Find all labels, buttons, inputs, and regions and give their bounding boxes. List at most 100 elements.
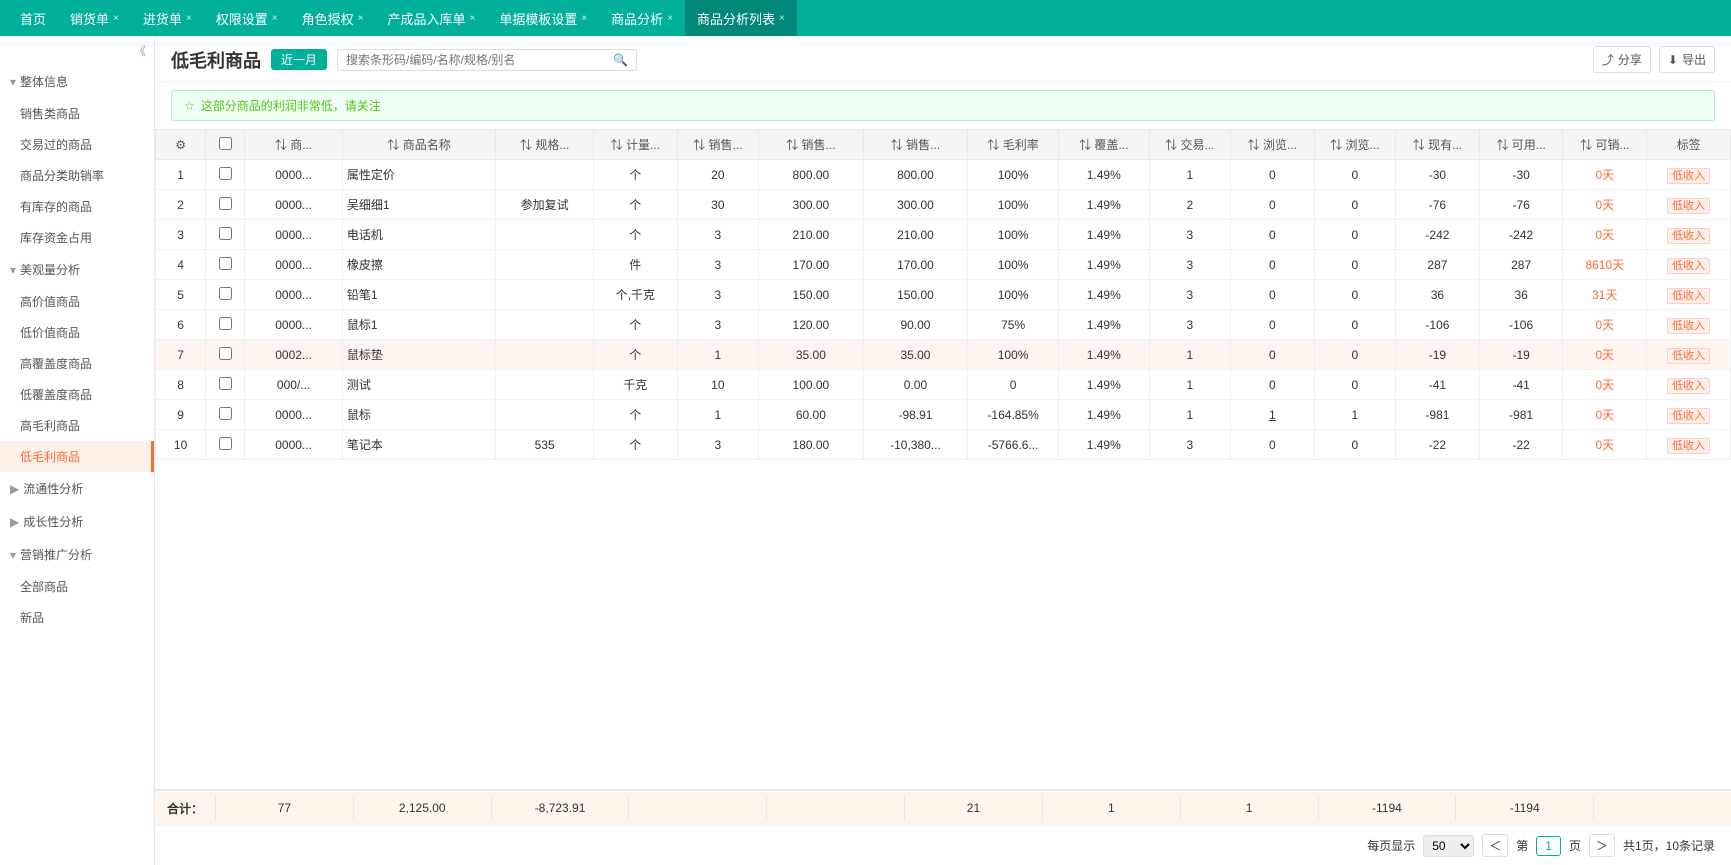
th-txn[interactable]: ⇅ 交易... xyxy=(1149,130,1230,160)
row-checkbox[interactable] xyxy=(219,197,232,210)
cell-cb[interactable] xyxy=(206,250,245,280)
sort-icon-gross: ⇅ xyxy=(987,138,999,152)
cell-saleable: 0天 xyxy=(1563,190,1647,220)
sidebar-item-low-margin[interactable]: 低毛利商品 xyxy=(0,441,154,472)
sidebar-item-new-goods[interactable]: 新品 xyxy=(0,602,154,633)
row-checkbox[interactable] xyxy=(219,347,232,360)
nav-product-analysis-list-close[interactable]: × xyxy=(779,13,785,24)
sidebar-collapse-btn[interactable]: 《 xyxy=(0,36,154,65)
cell-unit: 个 xyxy=(593,430,677,460)
nav-product-analysis-list[interactable]: 商品分析列表× xyxy=(685,0,797,36)
cell-browse1[interactable]: 1 xyxy=(1231,400,1315,430)
row-checkbox[interactable] xyxy=(219,167,232,180)
export-button[interactable]: ⬇ 导出 xyxy=(1659,46,1715,73)
cell-code: 0000... xyxy=(245,310,343,340)
sidebar-group-value-analysis[interactable]: ▾美观量分析 xyxy=(0,253,154,286)
row-checkbox[interactable] xyxy=(219,437,232,450)
th-code[interactable]: ⇅ 商... xyxy=(245,130,343,160)
nav-product-analysis[interactable]: 商品分析× xyxy=(599,0,685,36)
row-checkbox[interactable] xyxy=(219,407,232,420)
sidebar-item-category-rate[interactable]: 商品分类助销率 xyxy=(0,160,154,191)
th-available[interactable]: ⇅ 可用... xyxy=(1479,130,1563,160)
sort-icon-spec: ⇅ xyxy=(520,138,532,152)
per-page-select[interactable]: 50 100 200 xyxy=(1423,835,1474,857)
sidebar-item-all-goods[interactable]: 全部商品 xyxy=(0,571,154,602)
nav-role[interactable]: 角色授权× xyxy=(290,0,376,36)
cell-unit: 件 xyxy=(593,250,677,280)
th-spec[interactable]: ⇅ 规格... xyxy=(496,130,594,160)
nav-sales[interactable]: 销货单× xyxy=(58,0,131,36)
nav-product-entry-close[interactable]: × xyxy=(469,13,475,24)
prev-page-btn[interactable]: ＜ xyxy=(1482,834,1508,857)
cell-cb[interactable] xyxy=(206,280,245,310)
cell-name: 鼠标 xyxy=(342,400,495,430)
sidebar-item-high-value[interactable]: 高价值商品 xyxy=(0,286,154,317)
row-checkbox[interactable] xyxy=(219,227,232,240)
nav-permission[interactable]: 权限设置× xyxy=(204,0,290,36)
nav-home[interactable]: 首页 xyxy=(8,0,58,36)
nav-template-close[interactable]: × xyxy=(581,13,587,24)
nav-product-analysis-close[interactable]: × xyxy=(667,13,673,24)
table-row: 8 000/... 测试 千克 10 100.00 0.00 0 1.49% 1… xyxy=(156,370,1731,400)
cell-cb[interactable] xyxy=(206,160,245,190)
cell-cb[interactable] xyxy=(206,370,245,400)
cell-sale-profit: 300.00 xyxy=(863,190,968,220)
cell-code: 0002... xyxy=(245,340,343,370)
sidebar-item-high-coverage[interactable]: 高覆盖度商品 xyxy=(0,348,154,379)
cell-coverage: 1.49% xyxy=(1058,250,1149,280)
cell-sale-amt: 170.00 xyxy=(759,250,864,280)
th-current[interactable]: ⇅ 现有... xyxy=(1396,130,1480,160)
notice-bar: ☆ 这部分商品的利润非常低，请关注 xyxy=(171,90,1715,121)
cell-cb[interactable] xyxy=(206,220,245,250)
th-name[interactable]: ⇅ 商品名称 xyxy=(342,130,495,160)
nav-template[interactable]: 单据模板设置× xyxy=(487,0,599,36)
cell-num: 3 xyxy=(156,220,206,250)
th-coverage[interactable]: ⇅ 覆盖... xyxy=(1058,130,1149,160)
sidebar-item-high-margin[interactable]: 高毛利商品 xyxy=(0,410,154,441)
cell-cb[interactable] xyxy=(206,340,245,370)
select-all-checkbox[interactable] xyxy=(219,137,232,150)
row-checkbox[interactable] xyxy=(219,257,232,270)
nav-role-close[interactable]: × xyxy=(358,13,364,24)
sidebar-group-marketing[interactable]: ▾营销推广分析 xyxy=(0,538,154,571)
nav-purchase[interactable]: 进货单× xyxy=(131,0,204,36)
nav-purchase-close[interactable]: × xyxy=(186,13,192,24)
th-settings[interactable]: ⚙ xyxy=(156,130,206,160)
nav-permission-close[interactable]: × xyxy=(272,13,278,24)
next-page-btn[interactable]: ＞ xyxy=(1589,834,1615,857)
row-checkbox[interactable] xyxy=(219,377,232,390)
date-filter-btn[interactable]: 近一月 xyxy=(271,49,327,70)
sidebar-item-low-value[interactable]: 低价值商品 xyxy=(0,317,154,348)
cell-cb[interactable] xyxy=(206,190,245,220)
cell-current: -41 xyxy=(1396,370,1480,400)
th-sale-amt[interactable]: ⇅ 销售... xyxy=(759,130,864,160)
cell-cb[interactable] xyxy=(206,400,245,430)
th-browse1[interactable]: ⇅ 浏览... xyxy=(1231,130,1315,160)
sidebar-item-low-coverage[interactable]: 低覆盖度商品 xyxy=(0,379,154,410)
nav-sales-close[interactable]: × xyxy=(113,13,119,24)
th-browse2[interactable]: ⇅ 浏览... xyxy=(1314,130,1395,160)
sidebar-item-traded-goods[interactable]: 交易过的商品 xyxy=(0,129,154,160)
sidebar-item-stock-capital[interactable]: 库存资金占用 xyxy=(0,222,154,253)
sidebar-group-growth[interactable]: ▶成长性分析 xyxy=(0,505,154,538)
row-checkbox[interactable] xyxy=(219,287,232,300)
sidebar-item-stock-goods[interactable]: 有库存的商品 xyxy=(0,191,154,222)
tag-badge: 低收入 xyxy=(1667,168,1710,184)
th-saleable[interactable]: ⇅ 可销... xyxy=(1563,130,1647,160)
row-checkbox[interactable] xyxy=(219,317,232,330)
th-gross-rate[interactable]: ⇅ 毛利率 xyxy=(968,130,1059,160)
nav-product-entry[interactable]: 产成品入库单× xyxy=(375,0,487,36)
th-unit[interactable]: ⇅ 计量... xyxy=(593,130,677,160)
th-tag[interactable]: 标签 xyxy=(1647,130,1731,160)
sidebar-group-overview[interactable]: ▾整体信息 xyxy=(0,65,154,98)
sidebar-item-sales-goods[interactable]: 销售类商品 xyxy=(0,98,154,129)
search-input[interactable] xyxy=(346,53,609,67)
cell-cb[interactable] xyxy=(206,310,245,340)
th-sale-qty[interactable]: ⇅ 销售... xyxy=(677,130,758,160)
cell-cb[interactable] xyxy=(206,430,245,460)
share-button[interactable]: ⤴ 分享 xyxy=(1593,46,1651,73)
sidebar-group-liquidity[interactable]: ▶流通性分析 xyxy=(0,472,154,505)
cell-num: 1 xyxy=(156,160,206,190)
th-checkbox[interactable] xyxy=(206,130,245,160)
th-sale-profit[interactable]: ⇅ 销售... xyxy=(863,130,968,160)
